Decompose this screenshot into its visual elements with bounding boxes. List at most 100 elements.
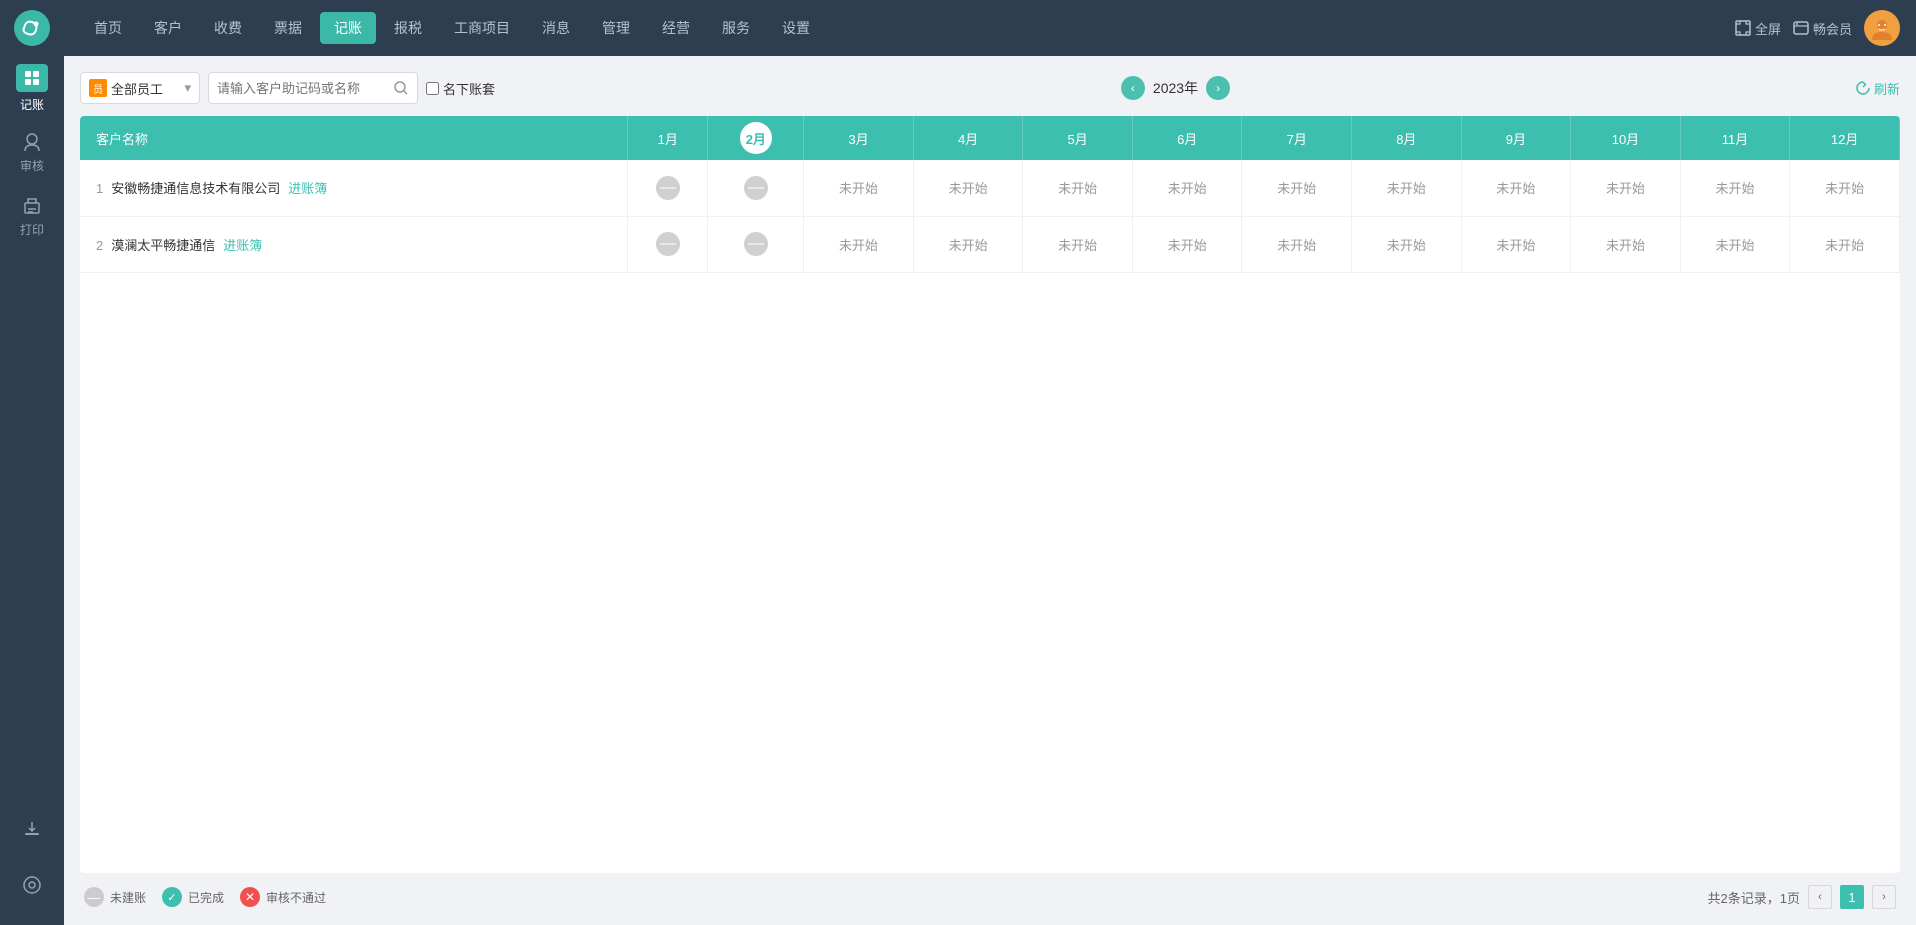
col-dec: 12月 <box>1790 116 1900 160</box>
status-dash-icon: — <box>744 176 768 200</box>
vip-label: 畅会员 <box>1813 19 1852 38</box>
cell-nov: 未开始 <box>1680 160 1790 216</box>
legend-rejected: ✕ 审核不通过 <box>240 887 326 907</box>
legend-red-icon: ✕ <box>240 887 260 907</box>
legend-teal-icon: ✓ <box>162 887 182 907</box>
cell-name: 2 漠澜太平畅捷通信进账簿 <box>80 216 628 272</box>
nav-home[interactable]: 首页 <box>80 12 136 44</box>
cell-aug: 未开始 <box>1352 160 1462 216</box>
fullscreen-btn[interactable]: 全屏 <box>1735 19 1781 38</box>
nav-operations[interactable]: 经营 <box>648 12 704 44</box>
sidebar-bookkeeping-label: 记账 <box>20 96 44 113</box>
cell-feb: — <box>708 216 804 272</box>
not-started-text: 未开始 <box>1387 181 1426 196</box>
total-text: 共2条记录，1页 <box>1708 888 1800 907</box>
search-icon <box>393 80 409 96</box>
cell-feb: — <box>708 160 804 216</box>
bookkeeping-icon-box <box>16 64 48 92</box>
nav-business[interactable]: 工商项目 <box>440 12 524 44</box>
nav-service[interactable]: 服务 <box>708 12 764 44</box>
vip-btn[interactable]: 畅会员 <box>1793 19 1852 38</box>
status-dash-icon: — <box>656 232 680 256</box>
cell-sep: 未开始 <box>1461 160 1571 216</box>
col-jul: 7月 <box>1242 116 1352 160</box>
next-year-btn[interactable]: › <box>1206 76 1230 100</box>
nav-bookkeeping[interactable]: 记账 <box>320 12 376 44</box>
page-content: 员 全部员工 ▾ 名下账套 ‹ 2023年 › <box>64 56 1916 925</box>
cell-oct: 未开始 <box>1571 216 1681 272</box>
sidebar-audit-label: 审核 <box>20 157 44 174</box>
checkbox-wrap[interactable]: 名下账套 <box>426 79 495 98</box>
employee-select[interactable]: 员 全部员工 ▾ <box>80 72 200 104</box>
nav-messages[interactable]: 消息 <box>528 12 584 44</box>
not-started-text: 未开始 <box>1496 181 1535 196</box>
not-started-text: 未开始 <box>1387 238 1426 253</box>
col-apr: 4月 <box>913 116 1023 160</box>
refresh-label: 刷新 <box>1874 79 1900 98</box>
sidebar-download-btn[interactable] <box>0 805 64 853</box>
legend-completed: ✓ 已完成 <box>162 887 224 907</box>
enter-ledger-link[interactable]: 进账簿 <box>223 238 262 253</box>
not-started-text: 未开始 <box>1825 181 1864 196</box>
col-aug: 8月 <box>1352 116 1462 160</box>
enter-ledger-link[interactable]: 进账簿 <box>288 181 327 196</box>
nav-management[interactable]: 管理 <box>588 12 644 44</box>
cell-apr: 未开始 <box>913 216 1023 272</box>
row-num: 2 <box>96 238 103 253</box>
legend-not-created: — 未建账 <box>84 887 146 907</box>
next-page-btn[interactable]: › <box>1872 885 1896 909</box>
not-started-text: 未开始 <box>949 238 988 253</box>
nav-billing[interactable]: 收费 <box>200 12 256 44</box>
user-avatar[interactable] <box>1864 10 1900 46</box>
cell-jul: 未开始 <box>1242 216 1352 272</box>
nav-tax[interactable]: 报税 <box>380 12 436 44</box>
prev-page-btn[interactable]: ‹ <box>1808 885 1832 909</box>
cell-jan: — <box>628 160 708 216</box>
cell-may: 未开始 <box>1023 160 1133 216</box>
col-sep: 9月 <box>1461 116 1571 160</box>
nav-customer[interactable]: 客户 <box>140 12 196 44</box>
checkbox-label: 名下账套 <box>443 79 495 98</box>
nav-settings[interactable]: 设置 <box>768 12 824 44</box>
navbar-right: 全屏 畅会员 <box>1735 10 1900 46</box>
not-started-text: 未开始 <box>839 238 878 253</box>
refresh-btn[interactable]: 刷新 <box>1856 79 1900 98</box>
row-num: 1 <box>96 181 103 196</box>
employee-dropdown-icon: ▾ <box>184 80 191 96</box>
cell-name: 1安徽畅捷通信息技术有限公司进账簿 <box>80 160 628 216</box>
col-name: 客户名称 <box>80 116 628 160</box>
nav-invoice[interactable]: 票据 <box>260 12 316 44</box>
table-row: 2漠澜太平畅捷通信进账簿——未开始未开始未开始未开始未开始未开始未开始未开始未开… <box>80 216 1900 272</box>
not-started-text: 未开始 <box>839 181 878 196</box>
pagination: 共2条记录，1页 ‹ 1 › <box>1708 885 1896 909</box>
cell-nov: 未开始 <box>1680 216 1790 272</box>
legend-completed-label: 已完成 <box>188 889 224 906</box>
toolbar: 员 全部员工 ▾ 名下账套 ‹ 2023年 › <box>80 72 1900 104</box>
sidebar-support-btn[interactable] <box>0 861 64 909</box>
sidebar-item-audit[interactable]: 审核 <box>0 120 64 184</box>
not-started-text: 未开始 <box>1058 181 1097 196</box>
main-table: 客户名称 1月 2月 3月 4月 5月 6月 <box>80 116 1900 273</box>
col-mar: 3月 <box>804 116 914 160</box>
not-started-text: 未开始 <box>1606 181 1645 196</box>
col-jan: 1月 <box>628 116 708 160</box>
sidebar-print-label: 打印 <box>20 221 44 238</box>
prev-year-btn[interactable]: ‹ <box>1121 76 1145 100</box>
status-dash-icon: — <box>744 232 768 256</box>
my-accounts-checkbox[interactable] <box>426 82 439 95</box>
employee-icon: 员 <box>89 79 107 97</box>
not-started-text: 未开始 <box>1058 238 1097 253</box>
customer-name: 漠澜太平畅捷通信 <box>111 238 215 253</box>
not-started-text: 未开始 <box>1168 238 1207 253</box>
sidebar-item-print[interactable]: 打印 <box>0 184 64 248</box>
search-input[interactable] <box>217 81 387 96</box>
not-started-text: 未开始 <box>1606 238 1645 253</box>
legend-rejected-label: 审核不通过 <box>266 889 326 906</box>
cell-jun: 未开始 <box>1132 160 1242 216</box>
status-dash-icon: — <box>656 176 680 200</box>
cell-oct: 未开始 <box>1571 160 1681 216</box>
sidebar-bottom <box>0 805 64 925</box>
footer: — 未建账 ✓ 已完成 ✕ 审核不通过 共2条记录，1页 ‹ 1 › <box>80 885 1900 909</box>
not-started-text: 未开始 <box>1277 238 1316 253</box>
sidebar-item-bookkeeping[interactable]: 记账 <box>0 56 64 120</box>
